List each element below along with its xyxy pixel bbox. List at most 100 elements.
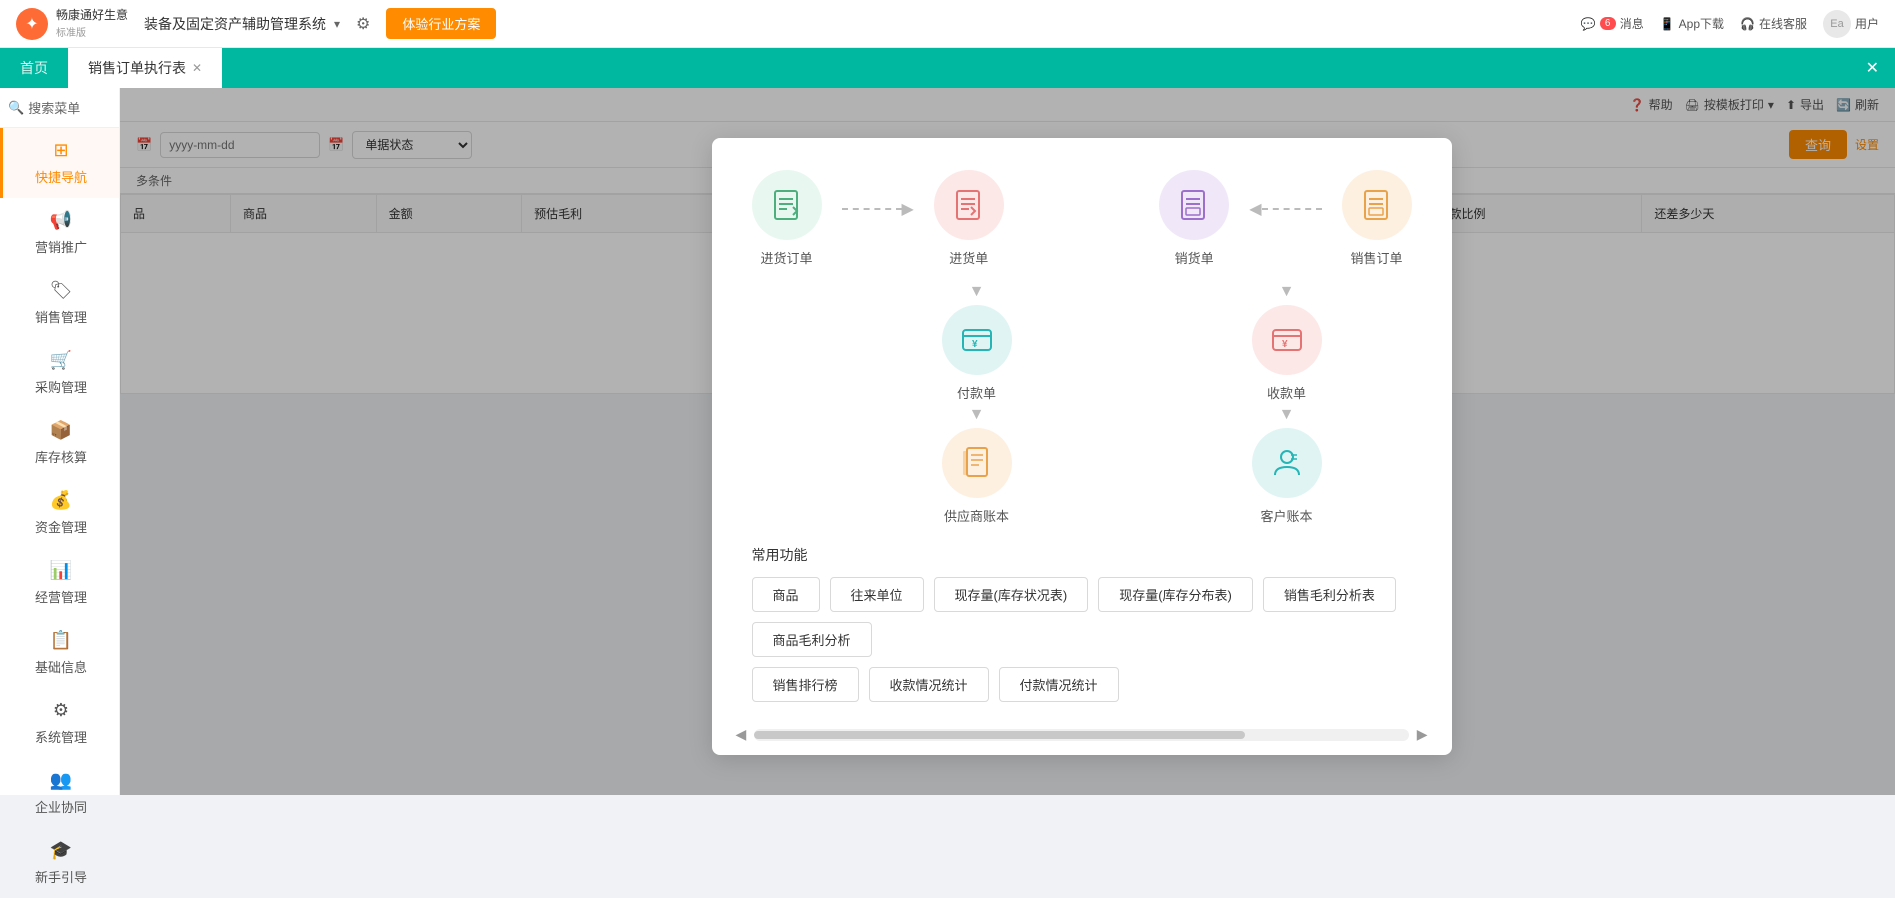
sidebar-item-purchase[interactable]: 🛒 采购管理 xyxy=(0,338,119,408)
operations-icon: 📊 xyxy=(50,560,72,581)
download-icon: 📱 xyxy=(1660,17,1675,31)
func-btn-sales-rank[interactable]: 销售排行榜 xyxy=(752,667,859,702)
sidebar-item-quick-guide[interactable]: ⊞ 快捷导航 xyxy=(0,128,119,198)
func-btn-inventory-status[interactable]: 现存量(库存状况表) xyxy=(934,577,1089,612)
marketing-icon: 📢 xyxy=(50,210,72,231)
purchase-receipt-label: 进货单 xyxy=(949,248,988,267)
common-functions: 常用功能 商品 往来单位 现存量(库存状况表) 现存量(库存分布表) 销售毛利分… xyxy=(712,545,1452,726)
message-label: 消息 xyxy=(1620,15,1644,32)
flow-row-2-container: ▼ ¥ 付款单 xyxy=(752,283,1412,525)
svg-text:¥: ¥ xyxy=(1282,339,1288,350)
sales-invoice-icon xyxy=(1176,187,1212,223)
modal-scrollbar[interactable] xyxy=(754,729,1408,741)
online-service-label: 在线客服 xyxy=(1759,15,1807,32)
app-download-btn[interactable]: 📱 App下载 xyxy=(1660,15,1724,32)
func-btn-partners[interactable]: 往来单位 xyxy=(830,577,924,612)
receipt-circle: ¥ xyxy=(1252,305,1322,375)
flow-node-purchase-receipt[interactable]: 进货单 xyxy=(934,170,1004,267)
brand-name: 畅康通好生意 xyxy=(56,8,128,24)
svg-text:¥: ¥ xyxy=(972,339,978,350)
sales-invoice-label: 销货单 xyxy=(1175,248,1214,267)
sidebar-item-newcomer[interactable]: 🎓 新手引导 xyxy=(0,828,119,898)
tab-sales-order-exec-label: 销售订单执行表 xyxy=(88,58,186,78)
modal-scrollbar-thumb xyxy=(754,731,1245,739)
func-btn-receipt-stats[interactable]: 收款情况统计 xyxy=(869,667,989,702)
func-btn-payment-stats[interactable]: 付款情况统计 xyxy=(999,667,1119,702)
sales-icon: 🏷 xyxy=(50,280,73,301)
receipt-label: 收款单 xyxy=(1267,383,1306,402)
flow-node-payment[interactable]: ¥ 付款单 xyxy=(942,305,1012,402)
flow-node-customer-ledger[interactable]: 客户账本 xyxy=(1252,428,1322,525)
sidebar-item-basic-info[interactable]: 📋 基础信息 xyxy=(0,618,119,688)
purchase-receipt-icon xyxy=(951,187,987,223)
supplier-ledger-label: 供应商账本 xyxy=(944,506,1009,525)
sales-order-circle xyxy=(1342,170,1412,240)
close-all-btn[interactable]: ✕ xyxy=(1866,58,1879,78)
sidebar-item-label: 营销推广 xyxy=(35,237,87,256)
flow-node-sales-invoice[interactable]: 销货单 xyxy=(1159,170,1229,267)
tab-sales-order-exec[interactable]: 销售订单执行表 ✕ xyxy=(68,48,222,88)
payment-circle: ¥ xyxy=(942,305,1012,375)
quick-guide-modal: 进货订单 ▶ xyxy=(712,138,1452,755)
purchase-icon: 🛒 xyxy=(50,350,72,371)
experience-btn[interactable]: 体验行业方案 xyxy=(386,8,496,39)
sidebar-item-label: 快捷导航 xyxy=(35,167,87,186)
sidebar: 🔍 搜索菜单 ⊞ 快捷导航 📢 营销推广 🏷 销售管理 🛒 采购管理 📦 库存核… xyxy=(0,88,120,795)
common-functions-title: 常用功能 xyxy=(752,545,1412,565)
tab-home[interactable]: 首页 xyxy=(0,48,68,88)
avatar-text: Ea xyxy=(1830,18,1843,30)
down-arrow-customer: ▼ xyxy=(1279,406,1295,424)
logo-area: ✦ 畅康通好生意 标准版 xyxy=(16,8,136,40)
func-btn-goods[interactable]: 商品 xyxy=(752,577,820,612)
user-menu-btn[interactable]: Ea 用户 xyxy=(1823,10,1879,38)
message-btn[interactable]: 💬 6 消息 xyxy=(1581,15,1644,32)
customer-ledger-icon xyxy=(1269,445,1305,481)
system-title-area: 装备及固定资产辅助管理系统 ▾ ⚙ 体验行业方案 xyxy=(144,8,1581,39)
down-arrow-receipt: ▼ xyxy=(1279,283,1295,301)
flow-node-receipt[interactable]: ¥ 收款单 xyxy=(1252,305,1322,402)
top-header: ✦ 畅康通好生意 标准版 装备及固定资产辅助管理系统 ▾ ⚙ 体验行业方案 💬 … xyxy=(0,0,1895,48)
scroll-right-btn[interactable]: ▶ xyxy=(1417,726,1428,743)
sidebar-item-inventory[interactable]: 📦 库存核算 xyxy=(0,408,119,478)
online-service-btn[interactable]: 🎧 在线客服 xyxy=(1740,15,1807,32)
sidebar-item-label: 企业协同 xyxy=(35,797,87,816)
sales-invoice-circle xyxy=(1159,170,1229,240)
sidebar-item-marketing[interactable]: 📢 营销推广 xyxy=(0,198,119,268)
settings-icon-btn[interactable]: ⚙ xyxy=(356,14,370,34)
flow-node-purchase-order[interactable]: 进货订单 xyxy=(752,170,822,267)
customer-ledger-label: 客户账本 xyxy=(1260,506,1312,525)
tab-close-icon[interactable]: ✕ xyxy=(192,61,202,75)
inventory-icon: 📦 xyxy=(50,420,72,441)
flow-diagram: 进货订单 ▶ xyxy=(712,138,1452,545)
receipt-col: ▼ ¥ 收款单 xyxy=(1252,283,1322,525)
flow-node-supplier-ledger[interactable]: 供应商账本 xyxy=(942,428,1012,525)
newcomer-icon: 🎓 xyxy=(50,840,72,861)
basic-info-icon: 📋 xyxy=(50,630,72,651)
func-btn-goods-profit[interactable]: 商品毛利分析 xyxy=(752,622,872,657)
purchase-order-circle xyxy=(752,170,822,240)
func-btn-sales-profit[interactable]: 销售毛利分析表 xyxy=(1263,577,1396,612)
payment-icon: ¥ xyxy=(959,322,995,358)
modal-overlay[interactable]: 进货订单 ▶ xyxy=(120,88,1895,795)
content-area: ❓ 帮助 🖨 按模板打印 ▾ ⬆ 导出 🔄 刷新 📅 📅 单据状态 xyxy=(120,88,1895,795)
brand-sub: 标准版 xyxy=(56,24,128,39)
arrow-right-1: ▶ xyxy=(842,199,914,219)
scroll-left-btn[interactable]: ◀ xyxy=(736,726,747,743)
supplier-ledger-circle xyxy=(942,428,1012,498)
func-btn-inventory-dist[interactable]: 现存量(库存分布表) xyxy=(1098,577,1253,612)
receipt-icon: ¥ xyxy=(1269,322,1305,358)
sidebar-search-btn[interactable]: 🔍 搜索菜单 xyxy=(0,88,119,128)
system-dropdown-btn[interactable]: ▾ xyxy=(334,17,340,31)
sidebar-item-sales[interactable]: 🏷 销售管理 xyxy=(0,268,119,338)
user-avatar: Ea xyxy=(1823,10,1851,38)
sidebar-item-finance[interactable]: 💰 资金管理 xyxy=(0,478,119,548)
tab-home-label: 首页 xyxy=(20,58,48,78)
sidebar-item-system[interactable]: ⚙ 系统管理 xyxy=(0,688,119,758)
header-right: 💬 6 消息 📱 App下载 🎧 在线客服 Ea 用户 xyxy=(1581,10,1879,38)
sidebar-item-enterprise[interactable]: 👥 企业协同 xyxy=(0,758,119,828)
sidebar-item-label: 新手引导 xyxy=(35,867,87,886)
sidebar-item-label: 经营管理 xyxy=(35,587,87,606)
logo-icon: ✦ xyxy=(16,8,48,40)
flow-node-sales-order[interactable]: 销售订单 xyxy=(1342,170,1412,267)
sidebar-item-operations[interactable]: 📊 经营管理 xyxy=(0,548,119,618)
